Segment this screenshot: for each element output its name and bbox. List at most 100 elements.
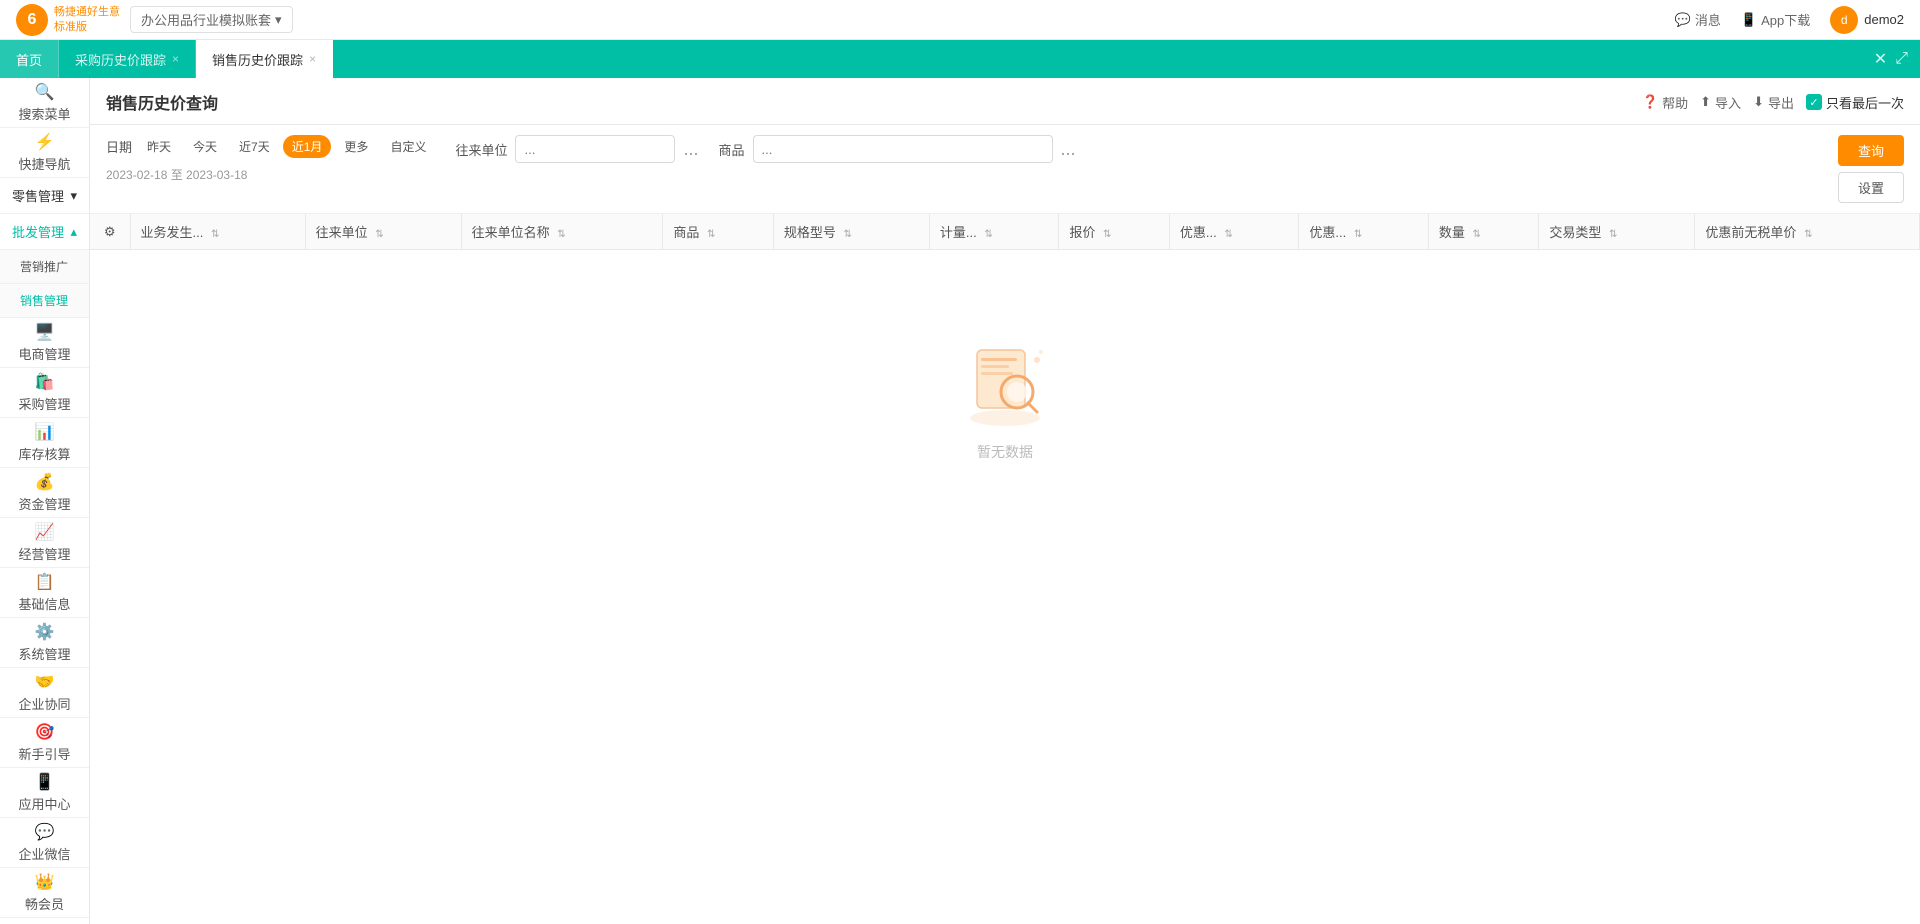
help-button[interactable]: ❓ 帮助: [1642, 93, 1688, 112]
sort-icon: ⇅: [1609, 229, 1617, 240]
goods-input[interactable]: [753, 135, 1053, 163]
only-last-label: 只看最后一次: [1826, 93, 1904, 112]
app-selector[interactable]: 办公用品行业模拟账套 ▾: [130, 6, 293, 33]
goods-dots[interactable]: ...: [1061, 139, 1076, 160]
th-quoted-price[interactable]: 报价 ⇅: [1059, 214, 1170, 250]
sidebar-item-wholesale-label: 批发管理: [12, 222, 64, 241]
sidebar-item-wechat[interactable]: 💬 企业微信: [0, 818, 89, 868]
sidebar-item-inventory[interactable]: 📊 库存核算: [0, 418, 89, 468]
sidebar-item-basics-label: 基础信息: [18, 594, 70, 613]
table-header: ⚙ 业务发生... ⇅ 往来单位 ⇅ 往来单位名称: [90, 214, 1920, 250]
date-btn-yesterday[interactable]: 昨天: [138, 135, 180, 158]
logo-icon: 6: [16, 4, 48, 36]
sort-icon: ⇅: [211, 229, 219, 240]
clipboard-icon: 📋: [35, 572, 55, 592]
sidebar-item-newbie[interactable]: 🎯 新手引导: [0, 718, 89, 768]
tab-bar: 首页 采购历史价跟踪 × 销售历史价跟踪 × ✕ ⤢: [0, 40, 1920, 78]
th-spec[interactable]: 规格型号 ⇅: [773, 214, 929, 250]
sidebar-item-finance[interactable]: 💰 资金管理: [0, 468, 89, 518]
date-btn-last1month[interactable]: 近1月: [283, 135, 332, 158]
sort-icon: ⇅: [1103, 229, 1111, 240]
partner-input[interactable]: [515, 135, 675, 163]
close-purchase-tab-icon[interactable]: ×: [172, 52, 179, 66]
th-discount2[interactable]: 优惠... ⇅: [1299, 214, 1428, 250]
th-discount1[interactable]: 优惠... ⇅: [1169, 214, 1298, 250]
empty-text: 暂无数据: [977, 442, 1033, 462]
th-pre-tax-price[interactable]: 优惠前无税单价 ⇅: [1695, 214, 1920, 250]
sort-icon: ⇅: [984, 229, 992, 240]
sidebar-item-member[interactable]: 👑 畅会员: [0, 868, 89, 918]
th-trade-type[interactable]: 交易类型 ⇅: [1539, 214, 1695, 250]
close-tab-action[interactable]: ✕: [1874, 49, 1887, 69]
user-area[interactable]: d demo2: [1830, 6, 1904, 34]
chat-icon: 💬: [1675, 12, 1691, 28]
tab-purchase-history[interactable]: 采购历史价跟踪 ×: [59, 40, 196, 78]
sidebar-item-purchase-label: 采购管理: [18, 394, 70, 413]
tab-sales-label: 销售历史价跟踪: [212, 50, 303, 69]
apps-icon: 📱: [35, 772, 55, 792]
content-area: 销售历史价查询 ❓ 帮助 ⬆ 导入 ⬇ 导出 ✓: [90, 78, 1920, 924]
expand-action[interactable]: ⤢: [1895, 50, 1908, 68]
only-last-checkbox[interactable]: ✓: [1806, 94, 1822, 110]
settings-icon[interactable]: ⚙: [104, 224, 116, 239]
sidebar-item-marketing[interactable]: 营销推广: [0, 250, 89, 284]
sidebar-item-operations[interactable]: 📈 经营管理: [0, 518, 89, 568]
chevron-down-icon: ▾: [275, 12, 282, 28]
chart-icon: 📊: [35, 422, 55, 442]
app-download-action[interactable]: 📱 App下载: [1741, 10, 1810, 29]
data-table: ⚙ 业务发生... ⇅ 往来单位 ⇅ 往来单位名称: [90, 214, 1920, 250]
date-btn-last7days[interactable]: 近7天: [230, 135, 279, 158]
sort-icon: ⇅: [1354, 229, 1362, 240]
sidebar-item-system[interactable]: ⚙️ 系统管理: [0, 618, 89, 668]
money-icon: 💰: [35, 472, 55, 492]
date-btn-more[interactable]: 更多: [335, 135, 377, 158]
sidebar-item-operations-label: 经营管理: [18, 544, 70, 563]
partner-label: 往来单位: [455, 140, 507, 159]
sort-icon: ⇅: [557, 229, 565, 240]
sidebar-item-apps[interactable]: 📱 应用中心: [0, 768, 89, 818]
tab-sales-history[interactable]: 销售历史价跟踪 ×: [196, 40, 333, 78]
user-name: demo2: [1864, 12, 1904, 27]
avatar: d: [1830, 6, 1858, 34]
sidebar-item-basics[interactable]: 📋 基础信息: [0, 568, 89, 618]
sidebar-item-purchase[interactable]: 🛍️ 采购管理: [0, 368, 89, 418]
sidebar-item-system-label: 系统管理: [18, 644, 70, 663]
sidebar-item-enterprise-label: 企业协同: [18, 694, 70, 713]
sidebar-item-finance-label: 资金管理: [18, 494, 70, 513]
sidebar-item-shortcuts[interactable]: ⚡ 快捷导航: [0, 128, 89, 178]
tab-home[interactable]: 首页: [0, 40, 59, 78]
th-partner-code[interactable]: 往来单位 ⇅: [305, 214, 461, 250]
date-btn-custom[interactable]: 自定义: [381, 135, 435, 158]
sidebar-item-enterprise[interactable]: 🤝 企业协同: [0, 668, 89, 718]
th-partner-name[interactable]: 往来单位名称 ⇅: [461, 214, 663, 250]
sidebar-item-search-label: 搜索菜单: [18, 104, 70, 123]
page-header: 销售历史价查询 ❓ 帮助 ⬆ 导入 ⬇ 导出 ✓: [90, 78, 1920, 125]
date-options: 昨天 今天 近7天 近1月 更多 自定义: [138, 135, 435, 158]
setting-button[interactable]: 设置: [1838, 172, 1904, 203]
export-button[interactable]: ⬇ 导出: [1753, 93, 1794, 112]
tab-home-label: 首页: [16, 50, 42, 69]
import-button[interactable]: ⬆ 导入: [1700, 93, 1741, 112]
sidebar-item-retail[interactable]: 零售管理 ▾: [0, 178, 89, 214]
sidebar-item-sales-mgmt-label: 销售管理: [20, 294, 68, 308]
th-quantity[interactable]: 数量 ⇅: [1428, 214, 1539, 250]
trending-icon: 📈: [35, 522, 55, 542]
sidebar-item-ecommerce[interactable]: 🖥️ 电商管理: [0, 318, 89, 368]
partner-dots[interactable]: ...: [683, 139, 698, 160]
partner-filter: 往来单位 ...: [455, 135, 698, 163]
sidebar-item-search[interactable]: 🔍 搜索菜单: [0, 78, 89, 128]
th-goods[interactable]: 商品 ⇅: [663, 214, 774, 250]
query-button[interactable]: 查询: [1838, 135, 1904, 166]
th-unit[interactable]: 计量... ⇅: [929, 214, 1058, 250]
th-business-date[interactable]: 业务发生... ⇅: [130, 214, 305, 250]
filter-bar: 日期 昨天 今天 近7天 近1月 更多 自定义 2023-02-18 至 202…: [90, 125, 1920, 214]
tab-bar-actions: ✕ ⤢: [1874, 49, 1920, 69]
sidebar-item-sales-mgmt[interactable]: 销售管理: [0, 284, 89, 318]
chat-action[interactable]: 💬 消息: [1675, 10, 1721, 29]
date-btn-today[interactable]: 今天: [184, 135, 226, 158]
logo-area: 6 畅捷通好生意 标准版: [16, 4, 120, 36]
sidebar-item-wholesale[interactable]: 批发管理 ▴: [0, 214, 89, 250]
close-sales-tab-icon[interactable]: ×: [309, 52, 316, 66]
th-settings[interactable]: ⚙: [90, 214, 130, 250]
only-last-toggle[interactable]: ✓ 只看最后一次: [1806, 93, 1904, 112]
